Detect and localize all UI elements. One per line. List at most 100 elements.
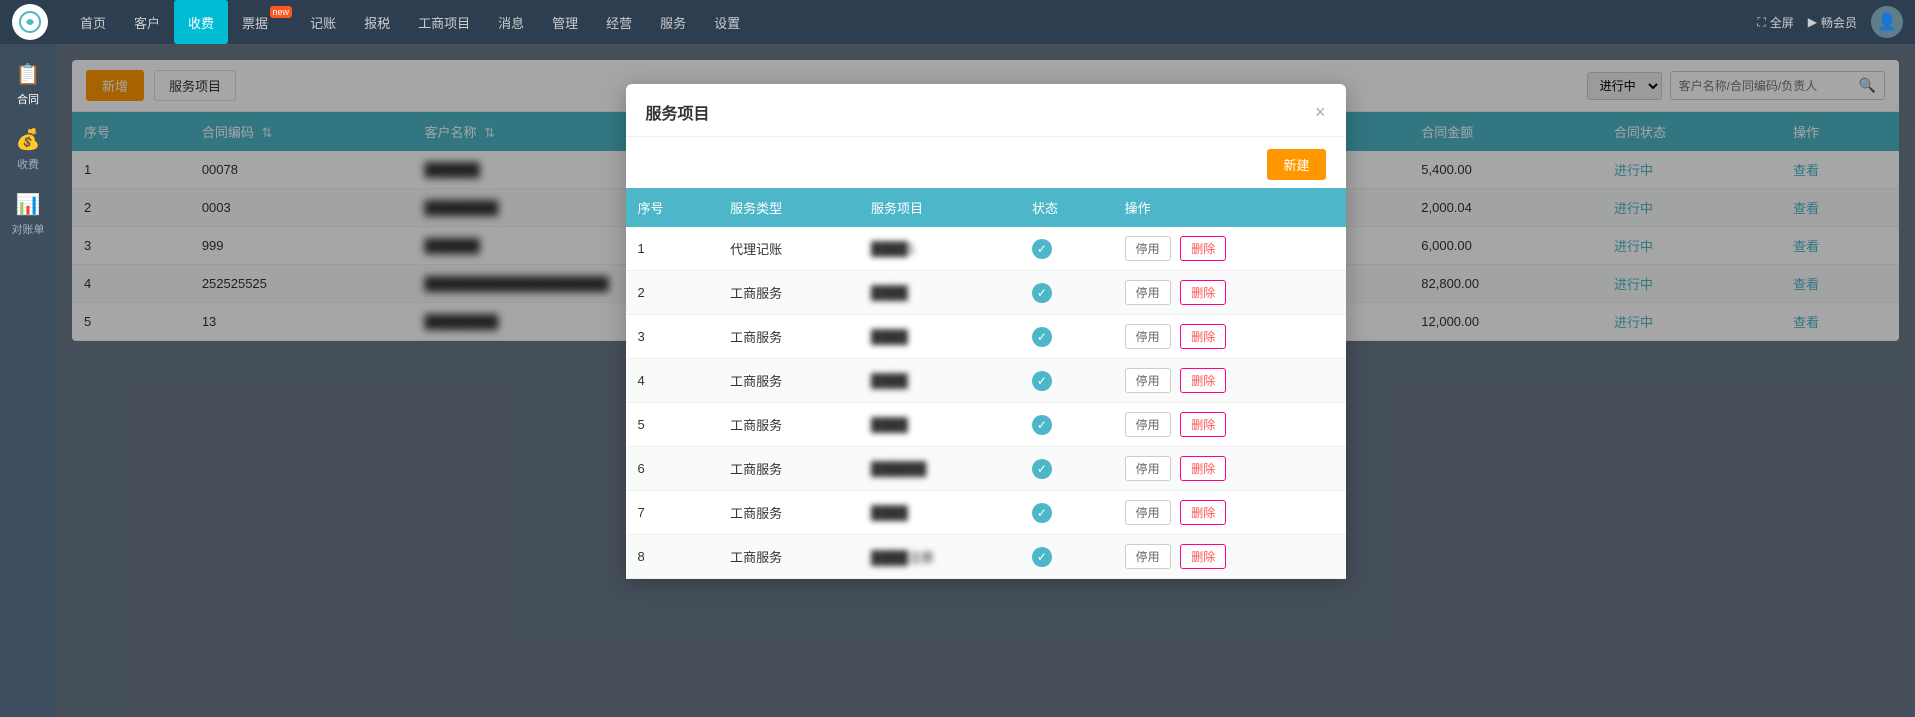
list-item: 5 工商服务 ████ ✓ 停用 删除 bbox=[626, 403, 1346, 447]
modal-cell-type: 工商服务 bbox=[718, 535, 859, 579]
service-item-modal: 服务项目 × 新建 序号 服务类型 服务项目 状态 bbox=[626, 84, 1346, 579]
delete-button[interactable]: 删除 bbox=[1180, 456, 1226, 481]
modal-cell-action: 停用 删除 bbox=[1113, 447, 1346, 491]
user-avatar[interactable]: 👤 bbox=[1871, 6, 1903, 38]
status-check-icon: ✓ bbox=[1032, 503, 1052, 523]
contract-icon: 📋 bbox=[16, 62, 41, 87]
modal-cell-status: ✓ bbox=[1020, 447, 1113, 491]
delete-button[interactable]: 删除 bbox=[1180, 412, 1226, 437]
service-items-table-header: 序号 服务类型 服务项目 状态 操作 bbox=[626, 188, 1346, 227]
modal-cell-action: 停用 删除 bbox=[1113, 403, 1346, 447]
modal-cell-action: 停用 删除 bbox=[1113, 271, 1346, 315]
modal-cell-seq: 1 bbox=[626, 227, 719, 271]
modal-cell-type: 工商服务 bbox=[718, 403, 859, 447]
billing-icon: 💰 bbox=[16, 127, 41, 152]
modal-cell-seq: 7 bbox=[626, 491, 719, 535]
modal-title: 服务项目 bbox=[646, 100, 710, 124]
modal-cell-status: ✓ bbox=[1020, 227, 1113, 271]
list-item: 4 工商服务 ████ ✓ 停用 删除 bbox=[626, 359, 1346, 403]
delete-button[interactable]: 删除 bbox=[1180, 368, 1226, 393]
delete-button[interactable]: 删除 bbox=[1180, 500, 1226, 525]
nav-item-tax[interactable]: 报税 bbox=[350, 0, 404, 44]
modal-col-action: 操作 bbox=[1113, 188, 1346, 227]
stop-button[interactable]: 停用 bbox=[1125, 500, 1171, 525]
modal-overlay: 服务项目 × 新建 序号 服务类型 服务项目 状态 bbox=[56, 44, 1915, 717]
delete-button[interactable]: 删除 bbox=[1180, 236, 1226, 261]
modal-cell-type: 代理记账 bbox=[718, 227, 859, 271]
stop-button[interactable]: 停用 bbox=[1125, 456, 1171, 481]
modal-cell-status: ✓ bbox=[1020, 271, 1113, 315]
nav-item-billing[interactable]: 收费 bbox=[174, 0, 228, 44]
nav-item-service[interactable]: 服务 bbox=[646, 0, 700, 44]
stop-button[interactable]: 停用 bbox=[1125, 236, 1171, 261]
avatar-icon: 👤 bbox=[1877, 12, 1897, 32]
stop-button[interactable]: 停用 bbox=[1125, 280, 1171, 305]
member-icon: ▶ bbox=[1808, 15, 1817, 29]
status-check-icon: ✓ bbox=[1032, 459, 1052, 479]
nav-items-list: 首页 客户 收费 票据 new 记账 报税 工商项目 消息 管理 经营 服务 设… bbox=[66, 0, 1757, 44]
modal-cell-seq: 5 bbox=[626, 403, 719, 447]
modal-cell-item: ████ bbox=[859, 403, 1020, 447]
list-item: 2 工商服务 ████ ✓ 停用 删除 bbox=[626, 271, 1346, 315]
modal-cell-action: 停用 删除 bbox=[1113, 227, 1346, 271]
sidebar: 📋 合同 💰 收费 📊 对账单 bbox=[0, 44, 56, 717]
modal-col-type: 服务类型 bbox=[718, 188, 859, 227]
fullscreen-icon: ⛶ bbox=[1757, 15, 1765, 30]
modal-cell-action: 停用 删除 bbox=[1113, 535, 1346, 579]
modal-cell-seq: 3 bbox=[626, 315, 719, 359]
modal-col-status: 状态 bbox=[1020, 188, 1113, 227]
modal-cell-status: ✓ bbox=[1020, 359, 1113, 403]
sidebar-item-contract[interactable]: 📋 合同 bbox=[2, 54, 54, 115]
list-item: 3 工商服务 ████ ✓ 停用 删除 bbox=[626, 315, 1346, 359]
stop-button[interactable]: 停用 bbox=[1125, 324, 1171, 349]
list-item: 1 代理记账 ████1 ✓ 停用 删除 bbox=[626, 227, 1346, 271]
delete-button[interactable]: 删除 bbox=[1180, 280, 1226, 305]
nav-item-home[interactable]: 首页 bbox=[66, 0, 120, 44]
stop-button[interactable]: 停用 bbox=[1125, 544, 1171, 569]
modal-col-seq: 序号 bbox=[626, 188, 719, 227]
nav-item-message[interactable]: 消息 bbox=[484, 0, 538, 44]
nav-item-business[interactable]: 工商项目 bbox=[404, 0, 484, 44]
status-check-icon: ✓ bbox=[1032, 327, 1052, 347]
delete-button[interactable]: 删除 bbox=[1180, 324, 1226, 349]
modal-cell-seq: 4 bbox=[626, 359, 719, 403]
modal-cell-action: 停用 删除 bbox=[1113, 359, 1346, 403]
modal-cell-item: ████ bbox=[859, 271, 1020, 315]
modal-header: 服务项目 × bbox=[626, 84, 1346, 137]
modal-cell-status: ✓ bbox=[1020, 491, 1113, 535]
modal-cell-status: ✓ bbox=[1020, 403, 1113, 447]
modal-cell-item: ████注册 bbox=[859, 535, 1020, 579]
modal-cell-status: ✓ bbox=[1020, 535, 1113, 579]
list-item: 6 工商服务 ██████ ✓ 停用 删除 bbox=[626, 447, 1346, 491]
modal-col-item: 服务项目 bbox=[859, 188, 1020, 227]
sidebar-item-billing[interactable]: 💰 收费 bbox=[2, 119, 54, 180]
status-check-icon: ✓ bbox=[1032, 415, 1052, 435]
app-logo bbox=[12, 4, 48, 40]
nav-item-bookkeeping[interactable]: 记账 bbox=[296, 0, 350, 44]
fullscreen-button[interactable]: ⛶ 全屏 bbox=[1757, 14, 1793, 31]
nav-item-invoice[interactable]: 票据 new bbox=[228, 0, 296, 44]
delete-button[interactable]: 删除 bbox=[1180, 544, 1226, 569]
modal-cell-action: 停用 删除 bbox=[1113, 315, 1346, 359]
modal-cell-seq: 2 bbox=[626, 271, 719, 315]
nav-item-customer[interactable]: 客户 bbox=[120, 0, 174, 44]
stop-button[interactable]: 停用 bbox=[1125, 368, 1171, 393]
modal-cell-status: ✓ bbox=[1020, 315, 1113, 359]
service-items-table: 序号 服务类型 服务项目 状态 操作 1 代理记账 ████1 ✓ 停用 bbox=[626, 188, 1346, 579]
main-layout: 📋 合同 💰 收费 📊 对账单 新增 服务项目 进行中 全部 已完成 bbox=[0, 44, 1915, 717]
modal-cell-type: 工商服务 bbox=[718, 315, 859, 359]
modal-close-button[interactable]: × bbox=[1315, 103, 1326, 121]
modal-new-button[interactable]: 新建 bbox=[1267, 149, 1325, 180]
modal-body: 序号 服务类型 服务项目 状态 操作 1 代理记账 ████1 ✓ 停用 bbox=[626, 188, 1346, 579]
nav-item-management[interactable]: 管理 bbox=[538, 0, 592, 44]
modal-cell-item: ████1 bbox=[859, 227, 1020, 271]
nav-item-operation[interactable]: 经营 bbox=[592, 0, 646, 44]
stop-button[interactable]: 停用 bbox=[1125, 412, 1171, 437]
modal-toolbar: 新建 bbox=[626, 137, 1346, 188]
modal-cell-type: 工商服务 bbox=[718, 271, 859, 315]
nav-item-settings[interactable]: 设置 bbox=[700, 0, 754, 44]
member-button[interactable]: ▶ 畅会员 bbox=[1808, 14, 1857, 31]
sidebar-item-reconcile[interactable]: 📊 对账单 bbox=[2, 184, 54, 245]
list-item: 7 工商服务 ████ ✓ 停用 删除 bbox=[626, 491, 1346, 535]
service-items-table-body: 1 代理记账 ████1 ✓ 停用 删除 2 工商服务 ████ ✓ 停用 删除… bbox=[626, 227, 1346, 579]
